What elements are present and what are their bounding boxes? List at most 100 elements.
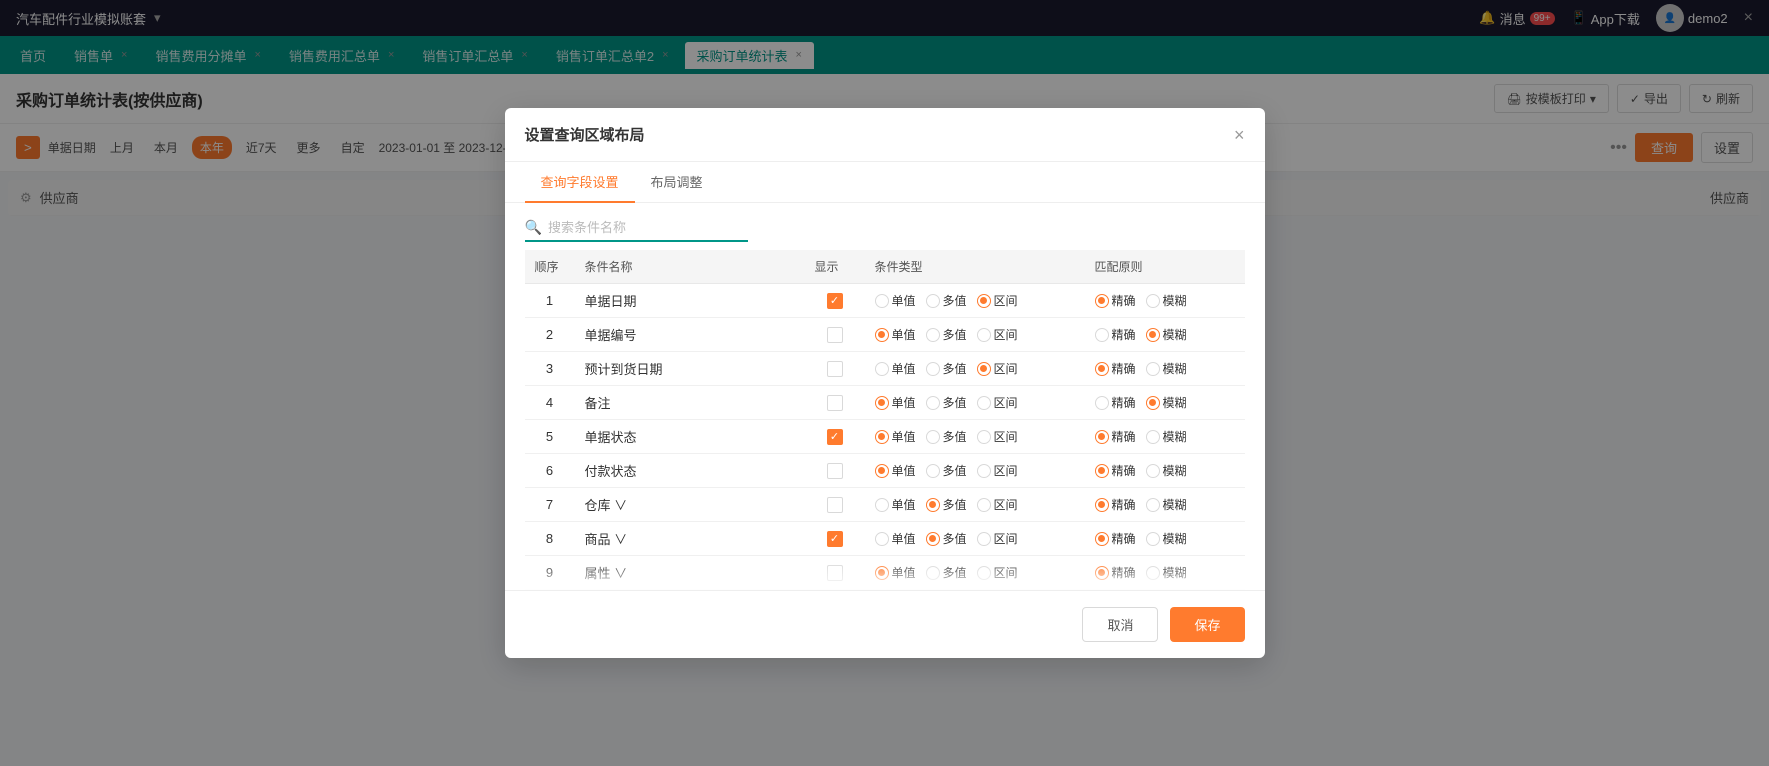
tab-query-fields[interactable]: 查询字段设置 xyxy=(525,162,635,203)
rule-radio-item[interactable]: 模糊 xyxy=(1146,428,1187,445)
radio-circle[interactable] xyxy=(1146,532,1160,546)
rule-radio-item[interactable]: 精确 xyxy=(1095,360,1136,377)
show-checkbox[interactable] xyxy=(827,395,843,411)
rule-radio-item[interactable]: 模糊 xyxy=(1146,462,1187,479)
radio-circle[interactable] xyxy=(1095,566,1109,580)
cell-show[interactable] xyxy=(805,556,865,590)
radio-circle[interactable] xyxy=(1095,362,1109,376)
show-checkbox[interactable] xyxy=(827,497,843,513)
radio-circle[interactable] xyxy=(1146,396,1160,410)
type-radio-item[interactable]: 单值 xyxy=(875,428,916,445)
radio-circle[interactable] xyxy=(977,532,991,546)
cell-show[interactable] xyxy=(805,386,865,420)
radio-circle[interactable] xyxy=(875,294,889,308)
show-checkbox[interactable] xyxy=(827,531,843,547)
radio-circle[interactable] xyxy=(1146,362,1160,376)
radio-circle[interactable] xyxy=(1146,566,1160,580)
type-radio-item[interactable]: 区间 xyxy=(977,326,1018,343)
radio-circle[interactable] xyxy=(875,396,889,410)
type-radio-item[interactable]: 区间 xyxy=(977,394,1018,411)
radio-circle[interactable] xyxy=(926,566,940,580)
rule-radio-item[interactable]: 精确 xyxy=(1095,326,1136,343)
type-radio-item[interactable]: 单值 xyxy=(875,496,916,513)
radio-circle[interactable] xyxy=(875,362,889,376)
radio-circle[interactable] xyxy=(977,430,991,444)
cell-show[interactable] xyxy=(805,420,865,454)
radio-circle[interactable] xyxy=(875,566,889,580)
type-radio-item[interactable]: 单值 xyxy=(875,326,916,343)
type-radio-item[interactable]: 单值 xyxy=(875,530,916,547)
radio-circle[interactable] xyxy=(1146,430,1160,444)
cell-show[interactable] xyxy=(805,488,865,522)
rule-radio-item[interactable]: 精确 xyxy=(1095,462,1136,479)
radio-circle[interactable] xyxy=(926,498,940,512)
radio-circle[interactable] xyxy=(926,362,940,376)
radio-circle[interactable] xyxy=(1146,498,1160,512)
rule-radio-item[interactable]: 精确 xyxy=(1095,428,1136,445)
type-radio-item[interactable]: 多值 xyxy=(926,462,967,479)
type-radio-item[interactable]: 区间 xyxy=(977,564,1018,581)
type-radio-item[interactable]: 多值 xyxy=(926,292,967,309)
type-radio-item[interactable]: 多值 xyxy=(926,326,967,343)
radio-circle[interactable] xyxy=(875,532,889,546)
radio-circle[interactable] xyxy=(1095,464,1109,478)
save-btn[interactable]: 保存 xyxy=(1170,607,1244,642)
rule-radio-item[interactable]: 模糊 xyxy=(1146,394,1187,411)
dialog-close-btn[interactable]: × xyxy=(1234,126,1245,144)
show-checkbox[interactable] xyxy=(827,293,843,309)
cell-show[interactable] xyxy=(805,454,865,488)
type-radio-item[interactable]: 单值 xyxy=(875,462,916,479)
rule-radio-item[interactable]: 精确 xyxy=(1095,530,1136,547)
radio-circle[interactable] xyxy=(977,362,991,376)
cell-show[interactable] xyxy=(805,522,865,556)
cell-show[interactable] xyxy=(805,352,865,386)
tab-layout-adjust[interactable]: 布局调整 xyxy=(635,162,719,203)
radio-circle[interactable] xyxy=(926,328,940,342)
rule-radio-item[interactable]: 精确 xyxy=(1095,394,1136,411)
rule-radio-item[interactable]: 模糊 xyxy=(1146,530,1187,547)
radio-circle[interactable] xyxy=(977,294,991,308)
radio-circle[interactable] xyxy=(977,498,991,512)
type-radio-item[interactable]: 区间 xyxy=(977,428,1018,445)
show-checkbox[interactable] xyxy=(827,429,843,445)
type-radio-item[interactable]: 多值 xyxy=(926,496,967,513)
radio-circle[interactable] xyxy=(926,430,940,444)
radio-circle[interactable] xyxy=(1095,430,1109,444)
type-radio-item[interactable]: 单值 xyxy=(875,360,916,377)
type-radio-item[interactable]: 多值 xyxy=(926,530,967,547)
cancel-btn[interactable]: 取消 xyxy=(1082,607,1158,642)
search-input[interactable] xyxy=(548,220,748,235)
radio-circle[interactable] xyxy=(977,566,991,580)
radio-circle[interactable] xyxy=(1146,294,1160,308)
show-checkbox[interactable] xyxy=(827,327,843,343)
show-checkbox[interactable] xyxy=(827,565,843,581)
rule-radio-item[interactable]: 模糊 xyxy=(1146,292,1187,309)
radio-circle[interactable] xyxy=(1095,294,1109,308)
rule-radio-item[interactable]: 模糊 xyxy=(1146,326,1187,343)
radio-circle[interactable] xyxy=(926,532,940,546)
show-checkbox[interactable] xyxy=(827,361,843,377)
radio-circle[interactable] xyxy=(926,294,940,308)
type-radio-item[interactable]: 多值 xyxy=(926,564,967,581)
cell-show[interactable] xyxy=(805,284,865,318)
type-radio-item[interactable]: 多值 xyxy=(926,394,967,411)
radio-circle[interactable] xyxy=(875,430,889,444)
type-radio-item[interactable]: 多值 xyxy=(926,360,967,377)
cell-show[interactable] xyxy=(805,318,865,352)
radio-circle[interactable] xyxy=(977,464,991,478)
radio-circle[interactable] xyxy=(1095,532,1109,546)
radio-circle[interactable] xyxy=(977,396,991,410)
rule-radio-item[interactable]: 精确 xyxy=(1095,292,1136,309)
type-radio-item[interactable]: 区间 xyxy=(977,292,1018,309)
radio-circle[interactable] xyxy=(977,328,991,342)
rule-radio-item[interactable]: 模糊 xyxy=(1146,564,1187,581)
radio-circle[interactable] xyxy=(1095,396,1109,410)
type-radio-item[interactable]: 区间 xyxy=(977,496,1018,513)
rule-radio-item[interactable]: 精确 xyxy=(1095,564,1136,581)
type-radio-item[interactable]: 单值 xyxy=(875,292,916,309)
radio-circle[interactable] xyxy=(875,464,889,478)
radio-circle[interactable] xyxy=(875,328,889,342)
type-radio-item[interactable]: 多值 xyxy=(926,428,967,445)
rule-radio-item[interactable]: 精确 xyxy=(1095,496,1136,513)
type-radio-item[interactable]: 区间 xyxy=(977,360,1018,377)
